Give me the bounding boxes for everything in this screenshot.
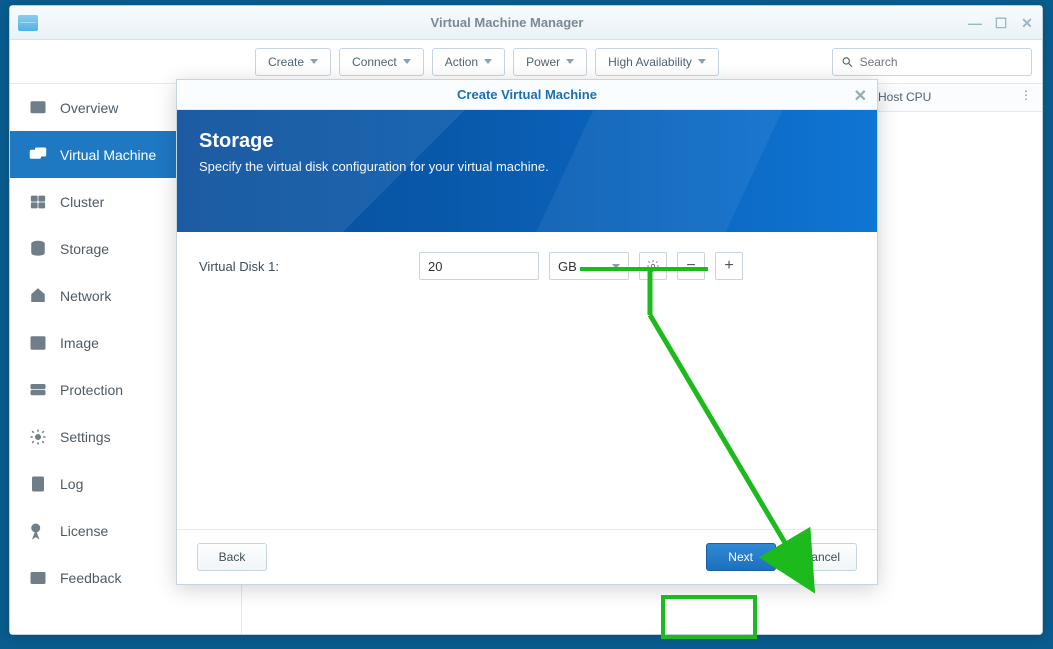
create-vm-dialog: Create Virtual Machine ✕ Storage Specify… [176, 79, 878, 585]
sidebar-item-label: Storage [60, 241, 109, 257]
sidebar-item-label: Cluster [60, 194, 104, 210]
sidebar-item-label: Settings [60, 429, 111, 445]
sidebar-item-label: Network [60, 288, 111, 304]
remove-disk-button[interactable]: − [677, 252, 705, 280]
virtual-disk-size-input[interactable] [419, 252, 539, 280]
back-button[interactable]: Back [197, 543, 267, 571]
disk-unit-label: GB [558, 259, 577, 274]
dialog-hero: Storage Specify the virtual disk configu… [177, 110, 877, 232]
action-label: Action [445, 55, 478, 69]
chevron-down-icon [310, 59, 318, 64]
virtual-disk-row: Virtual Disk 1: GB − + [199, 252, 855, 280]
power-label: Power [526, 55, 560, 69]
power-button[interactable]: Power [513, 48, 587, 76]
sidebar-item-label: Image [60, 335, 99, 351]
dialog-body: Virtual Disk 1: GB − + [177, 232, 877, 300]
window-controls: — ☐ ✕ [968, 16, 1034, 30]
connect-label: Connect [352, 55, 397, 69]
chevron-down-icon [698, 59, 706, 64]
disk-settings-button[interactable] [639, 252, 667, 280]
back-label: Back [219, 550, 246, 564]
search-icon [841, 55, 854, 69]
sidebar-item-label: Protection [60, 382, 123, 398]
search-box[interactable] [832, 48, 1032, 76]
toolbar: Create Connect Action Power High Availab… [10, 40, 1042, 84]
column-host-cpu[interactable]: Host CPU [878, 90, 931, 104]
dialog-footer: Back Next Cancel [177, 529, 877, 584]
dialog-hero-subtitle: Specify the virtual disk configuration f… [199, 159, 855, 174]
dialog-title: Create Virtual Machine [457, 87, 597, 102]
overview-icon [28, 99, 48, 117]
minus-icon: − [686, 257, 695, 275]
cluster-icon [28, 193, 48, 211]
add-disk-button[interactable]: + [715, 252, 743, 280]
connect-button[interactable]: Connect [339, 48, 424, 76]
image-icon [28, 334, 48, 352]
next-label: Next [728, 550, 753, 564]
window-title: Virtual Machine Manager [46, 15, 968, 30]
maximize-icon[interactable]: ☐ [994, 16, 1008, 30]
search-input[interactable] [860, 55, 1023, 69]
sidebar-item-label: Overview [60, 100, 118, 116]
create-label: Create [268, 55, 304, 69]
chevron-down-icon [403, 59, 411, 64]
storage-icon [28, 240, 48, 258]
chevron-down-icon [566, 59, 574, 64]
log-icon [28, 475, 48, 493]
plus-icon: + [724, 257, 733, 275]
close-icon[interactable]: ✕ [854, 86, 867, 106]
settings-icon [28, 428, 48, 446]
next-button[interactable]: Next [706, 543, 776, 571]
app-window: Virtual Machine Manager — ☐ ✕ Create Con… [9, 5, 1043, 635]
gear-icon [646, 259, 660, 273]
column-options-icon[interactable]: ⋮ [1020, 88, 1032, 102]
ha-label: High Availability [608, 55, 692, 69]
virtual-disk-label: Virtual Disk 1: [199, 259, 409, 274]
disk-unit-select[interactable]: GB [549, 252, 629, 280]
license-icon [28, 522, 48, 540]
chevron-down-icon [484, 59, 492, 64]
protection-icon [28, 381, 48, 399]
minimize-icon[interactable]: — [968, 16, 982, 30]
create-button[interactable]: Create [255, 48, 331, 76]
network-icon [28, 287, 48, 305]
chevron-down-icon [612, 264, 620, 269]
virtual-machine-icon [28, 146, 48, 164]
titlebar: Virtual Machine Manager — ☐ ✕ [10, 6, 1042, 40]
dialog-hero-title: Storage [199, 130, 855, 153]
action-button[interactable]: Action [432, 48, 505, 76]
sidebar-item-label: Log [60, 476, 83, 492]
cancel-button[interactable]: Cancel [786, 543, 857, 571]
high-availability-button[interactable]: High Availability [595, 48, 719, 76]
app-icon [18, 15, 38, 31]
sidebar-item-label: License [60, 523, 108, 539]
cancel-label: Cancel [803, 550, 840, 564]
dialog-titlebar: Create Virtual Machine ✕ [177, 80, 877, 110]
sidebar-item-label: Virtual Machine [60, 147, 156, 163]
sidebar-item-label: Feedback [60, 570, 121, 586]
close-window-icon[interactable]: ✕ [1020, 16, 1034, 30]
feedback-icon [28, 569, 48, 587]
